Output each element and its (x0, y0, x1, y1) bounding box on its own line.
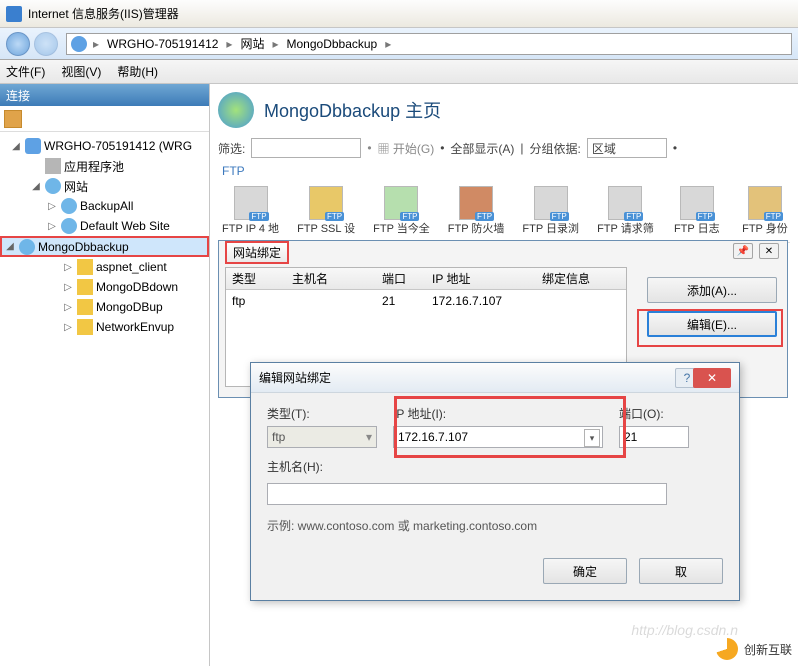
ftp-item-3[interactable]: FTP 防火墙 (448, 186, 505, 236)
bindings-title: 网站绑定 (225, 241, 289, 264)
crumb-server[interactable]: WRGHO-705191412 (101, 34, 224, 54)
tree-app-pool[interactable]: 应用程序池 (0, 156, 209, 176)
folder-networkenvup[interactable]: ▷NetworkEnvup (0, 317, 209, 337)
site-backupall[interactable]: ▷BackupAll (0, 196, 209, 216)
filter-label: 筛选: (218, 140, 245, 157)
toolbar-icon[interactable] (4, 110, 22, 128)
watermark: http://blog.csdn.n (631, 622, 738, 638)
port-field[interactable]: 21 (619, 426, 689, 448)
ftp-item-4[interactable]: FTP 日录浏 (522, 186, 579, 236)
ftp-item-0[interactable]: FTP IP 4 地 (222, 186, 279, 236)
col-port[interactable]: 端口 (376, 270, 426, 287)
brand-badge: 创新互联 (716, 638, 792, 660)
server-icon (71, 36, 87, 52)
pin-icon[interactable]: 📌 (733, 243, 753, 259)
host-label: 主机名(H): (267, 458, 723, 475)
page-title: MongoDbbackup 主页 (264, 97, 441, 123)
host-field[interactable] (267, 483, 667, 505)
menu-view[interactable]: 视图(V) (61, 63, 101, 80)
site-mongodbbackup[interactable]: ◢MongoDbbackup (0, 236, 209, 257)
binding-row[interactable]: ftp 21 172.16.7.107 (226, 290, 626, 312)
title-bar: Internet 信息服务(IIS)管理器 (0, 0, 798, 28)
app-icon (6, 6, 22, 22)
add-button[interactable]: 添加(A)... (647, 277, 777, 303)
close-icon[interactable]: ✕ (759, 243, 779, 259)
ftp-item-6[interactable]: FTP 日志 (672, 186, 722, 236)
menu-bar: 文件(F) 视图(V) 帮助(H) (0, 60, 798, 84)
type-label: 类型(T): (267, 405, 377, 422)
filter-row: 筛选: • ▦ 开始(G) • 全部显示(A) | 分组依据: 区域 • (218, 138, 790, 158)
ftp-icons: FTP IP 4 地 FTP SSL 设 FTP 当今全 FTP 防火墙 FTP… (218, 182, 790, 243)
ftp-item-5[interactable]: FTP 请求筛 (597, 186, 654, 236)
tree: ◢WRGHO-705191412 (WRG 应用程序池 ◢网站 ▷BackupA… (0, 132, 209, 341)
site-default[interactable]: ▷Default Web Site (0, 216, 209, 236)
ftp-item-1[interactable]: FTP SSL 设 (297, 186, 355, 236)
highlight-edit (637, 309, 783, 347)
breadcrumb[interactable]: ▸ WRGHO-705191412 ▸ 网站 ▸ MongoDbbackup ▸ (66, 33, 792, 55)
folder-mongodbup[interactable]: ▷MongoDBup (0, 297, 209, 317)
forward-button[interactable] (34, 32, 58, 56)
groupby-combo[interactable]: 区域 (587, 138, 667, 158)
folder-aspnet[interactable]: ▷aspnet_client (0, 257, 209, 277)
nav-bar: ▸ WRGHO-705191412 ▸ 网站 ▸ MongoDbbackup ▸ (0, 28, 798, 60)
connections-header: 连接 (0, 84, 209, 106)
site-icon (218, 92, 254, 128)
connections-panel: 连接 ◢WRGHO-705191412 (WRG 应用程序池 ◢网站 ▷Back… (0, 84, 210, 666)
start-link[interactable]: ▦ 开始(G) (378, 140, 435, 157)
col-type[interactable]: 类型 (226, 270, 286, 287)
tree-sites[interactable]: ◢网站 (0, 176, 209, 196)
ok-button[interactable]: 确定 (543, 558, 627, 584)
col-host[interactable]: 主机名 (286, 270, 376, 287)
example-text: 示例: www.contoso.com 或 marketing.contoso.… (267, 517, 723, 534)
tree-server[interactable]: ◢WRGHO-705191412 (WRG (0, 136, 209, 156)
back-button[interactable] (6, 32, 30, 56)
highlight-ip (394, 396, 626, 458)
filter-combo[interactable] (251, 138, 361, 158)
dialog-title: 编辑网站绑定 (259, 369, 331, 386)
groupby-label: 分组依据: (530, 140, 581, 157)
type-field: ftp▾ (267, 426, 377, 448)
crumb-sites[interactable]: 网站 (234, 34, 270, 54)
ftp-section-label: FTP (218, 164, 790, 178)
brand-logo-icon (716, 638, 738, 660)
menu-help[interactable]: 帮助(H) (117, 63, 158, 80)
crumb-current[interactable]: MongoDbbackup (281, 34, 384, 54)
window-title: Internet 信息服务(IIS)管理器 (28, 5, 179, 22)
ftp-item-2[interactable]: FTP 当今全 (373, 186, 430, 236)
ftp-item-7[interactable]: FTP 身份 (740, 186, 790, 236)
menu-file[interactable]: 文件(F) (6, 63, 45, 80)
port-label: 端口(O): (619, 405, 689, 422)
col-info[interactable]: 绑定信息 (536, 270, 626, 287)
showall-link[interactable]: 全部显示(A) (450, 140, 514, 157)
cancel-button[interactable]: 取 (639, 558, 723, 584)
dialog-close-button[interactable]: ✕ (693, 368, 731, 388)
brand-text: 创新互联 (744, 641, 792, 658)
connections-toolbar (0, 106, 209, 132)
folder-mongodbdown[interactable]: ▷MongoDBdown (0, 277, 209, 297)
col-ip[interactable]: IP 地址 (426, 270, 536, 287)
